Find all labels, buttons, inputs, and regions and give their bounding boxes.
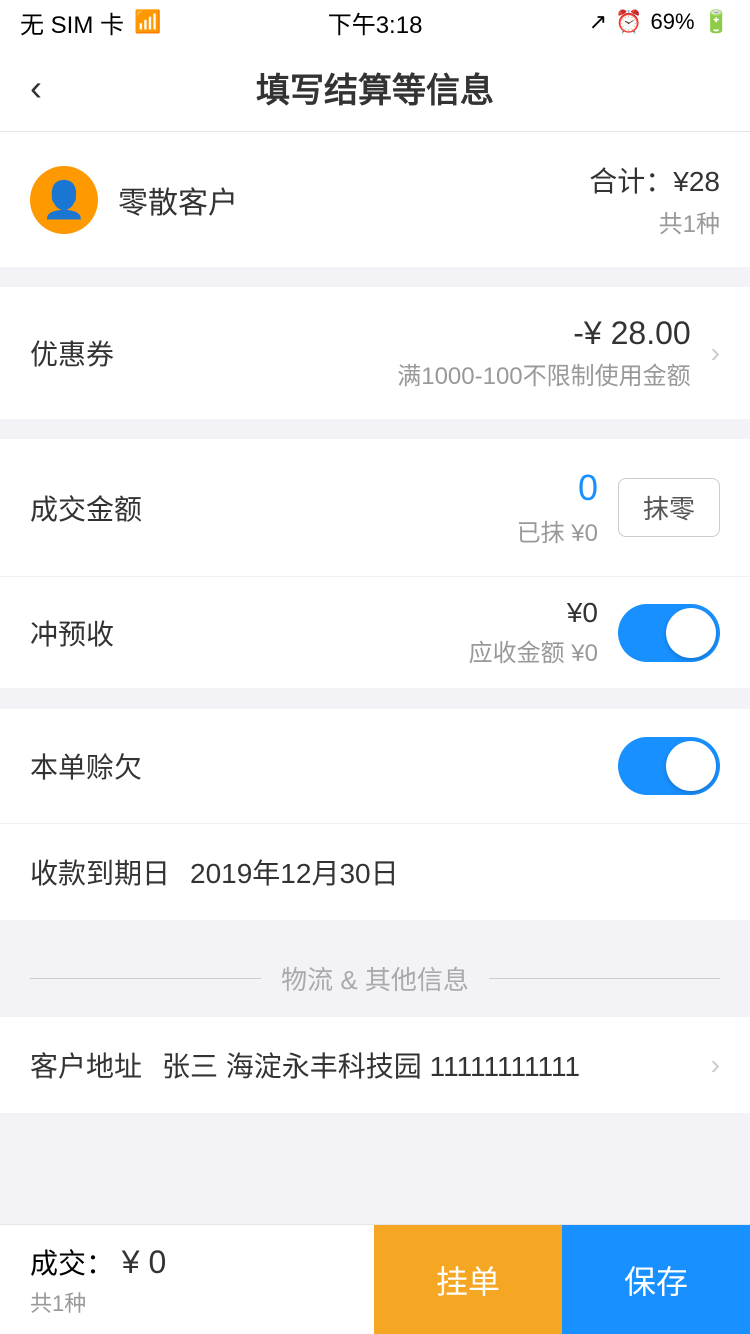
discount-sub: 满1000-100不限制使用金额 [397,356,690,391]
transaction-right: 0 已抹 ¥0 抹零 [517,467,720,548]
prepaid-label: 冲预收 [30,613,114,653]
chevron-right-icon: › [711,337,720,369]
customer-name: 零散客户 [118,178,238,222]
address-label: 客户地址 [30,1045,142,1085]
address-chevron-icon: › [711,1049,720,1081]
prepaid-toggle[interactable] [618,604,720,662]
save-button-label: 保存 [624,1257,688,1303]
alarm-icon: ⏰ [615,9,642,35]
status-bar: 无 SIM 卡 📶 下午3:18 ↗ ⏰ 69% 🔋 [0,0,750,44]
bottom-deal-row: 成交： ¥ 0 [30,1242,344,1282]
address-row[interactable]: 客户地址 张三 海淀永丰科技园 11111111111 › [0,1017,750,1113]
transaction-amount-row: 成交金额 0 已抹 ¥0 抹零 [0,439,750,577]
debt-toggle-knob [666,741,716,791]
bottom-deal-amount: ¥ 0 [122,1244,166,1280]
avatar: 👤 [30,166,98,234]
prepaid-sub: 应收金额 ¥0 [469,633,598,668]
customer-total: 合计：¥28 共1种 [589,160,720,239]
debt-row: 本单赊欠 [0,709,750,824]
coupon-label: 优惠券 [30,333,114,373]
logistics-label: 物流 & 其他信息 [281,960,469,997]
location-icon: ↗ [589,9,607,35]
bottom-summary: 成交： ¥ 0 共1种 [0,1242,374,1318]
coupon-value-col: -¥ 28.00 满1000-100不限制使用金额 [397,315,690,391]
divider-left [30,978,261,979]
transaction-section: 成交金额 0 已抹 ¥0 抹零 冲预收 ¥0 应收金额 ¥0 [0,439,750,689]
round-button[interactable]: 抹零 [618,478,720,537]
address-section: 客户地址 张三 海淀永丰科技园 11111111111 › [0,1017,750,1113]
discount-amount: -¥ 28.00 [397,315,690,352]
bottom-count: 共1种 [30,1286,344,1318]
divider-right [489,978,720,979]
status-left: 无 SIM 卡 📶 [20,5,161,40]
carrier-text: 无 SIM 卡 [20,5,124,40]
battery-text: 69% [651,9,695,35]
nav-bar: ‹ 填写结算等信息 [0,44,750,132]
debt-section: 本单赊欠 收款到期日 2019年12月30日 [0,709,750,920]
wifi-icon: 📶 [134,9,161,35]
main-content: 👤 零散客户 合计：¥28 共1种 优惠券 -¥ 28.00 满1000-100… [0,132,750,1253]
coupon-row[interactable]: 优惠券 -¥ 28.00 满1000-100不限制使用金额 › [0,287,750,419]
back-button[interactable]: ‹ [30,67,42,109]
prepaid-row: 冲预收 ¥0 应收金额 ¥0 [0,577,750,689]
debt-label: 本单赊欠 [30,746,142,786]
customer-info: 👤 零散客户 [30,166,238,234]
prepaid-right: ¥0 应收金额 ¥0 [469,597,720,668]
prepaid-value-col: ¥0 应收金额 ¥0 [469,597,598,668]
status-right: ↗ ⏰ 69% 🔋 [589,9,730,35]
transaction-amount: 0 [517,467,598,509]
due-date-label: 收款到期日 [30,852,170,892]
bottom-deal-label: 成交： [30,1248,114,1279]
total-count: 共1种 [589,204,720,239]
save-button[interactable]: 保存 [562,1225,750,1334]
due-date-row: 收款到期日 2019年12月30日 [0,824,750,920]
battery-icon: 🔋 [703,9,730,35]
logistics-section-header: 物流 & 其他信息 [0,940,750,1017]
avatar-icon: 👤 [42,179,87,221]
page-title: 填写结算等信息 [256,63,494,112]
address-value: 张三 海淀永丰科技园 11111111111 [162,1045,580,1085]
time-display: 下午3:18 [328,5,423,40]
pending-button[interactable]: 挂单 [374,1225,562,1334]
customer-row: 👤 零散客户 合计：¥28 共1种 [0,132,750,267]
transaction-value-col: 0 已抹 ¥0 [517,467,598,548]
already-rounded-text: 已抹 ¥0 [517,513,598,548]
debt-toggle[interactable] [618,737,720,795]
coupon-section: 优惠券 -¥ 28.00 满1000-100不限制使用金额 › [0,287,750,419]
toggle-knob [666,608,716,658]
total-amount: 合计：¥28 [589,160,720,200]
pending-button-label: 挂单 [436,1257,500,1303]
address-content: 客户地址 张三 海淀永丰科技园 11111111111 [30,1045,580,1085]
transaction-label: 成交金额 [30,488,142,528]
prepaid-amount: ¥0 [469,597,598,629]
coupon-right: -¥ 28.00 满1000-100不限制使用金额 › [397,315,720,391]
due-date-value: 2019年12月30日 [190,852,399,892]
bottom-bar: 成交： ¥ 0 共1种 挂单 保存 [0,1224,750,1334]
